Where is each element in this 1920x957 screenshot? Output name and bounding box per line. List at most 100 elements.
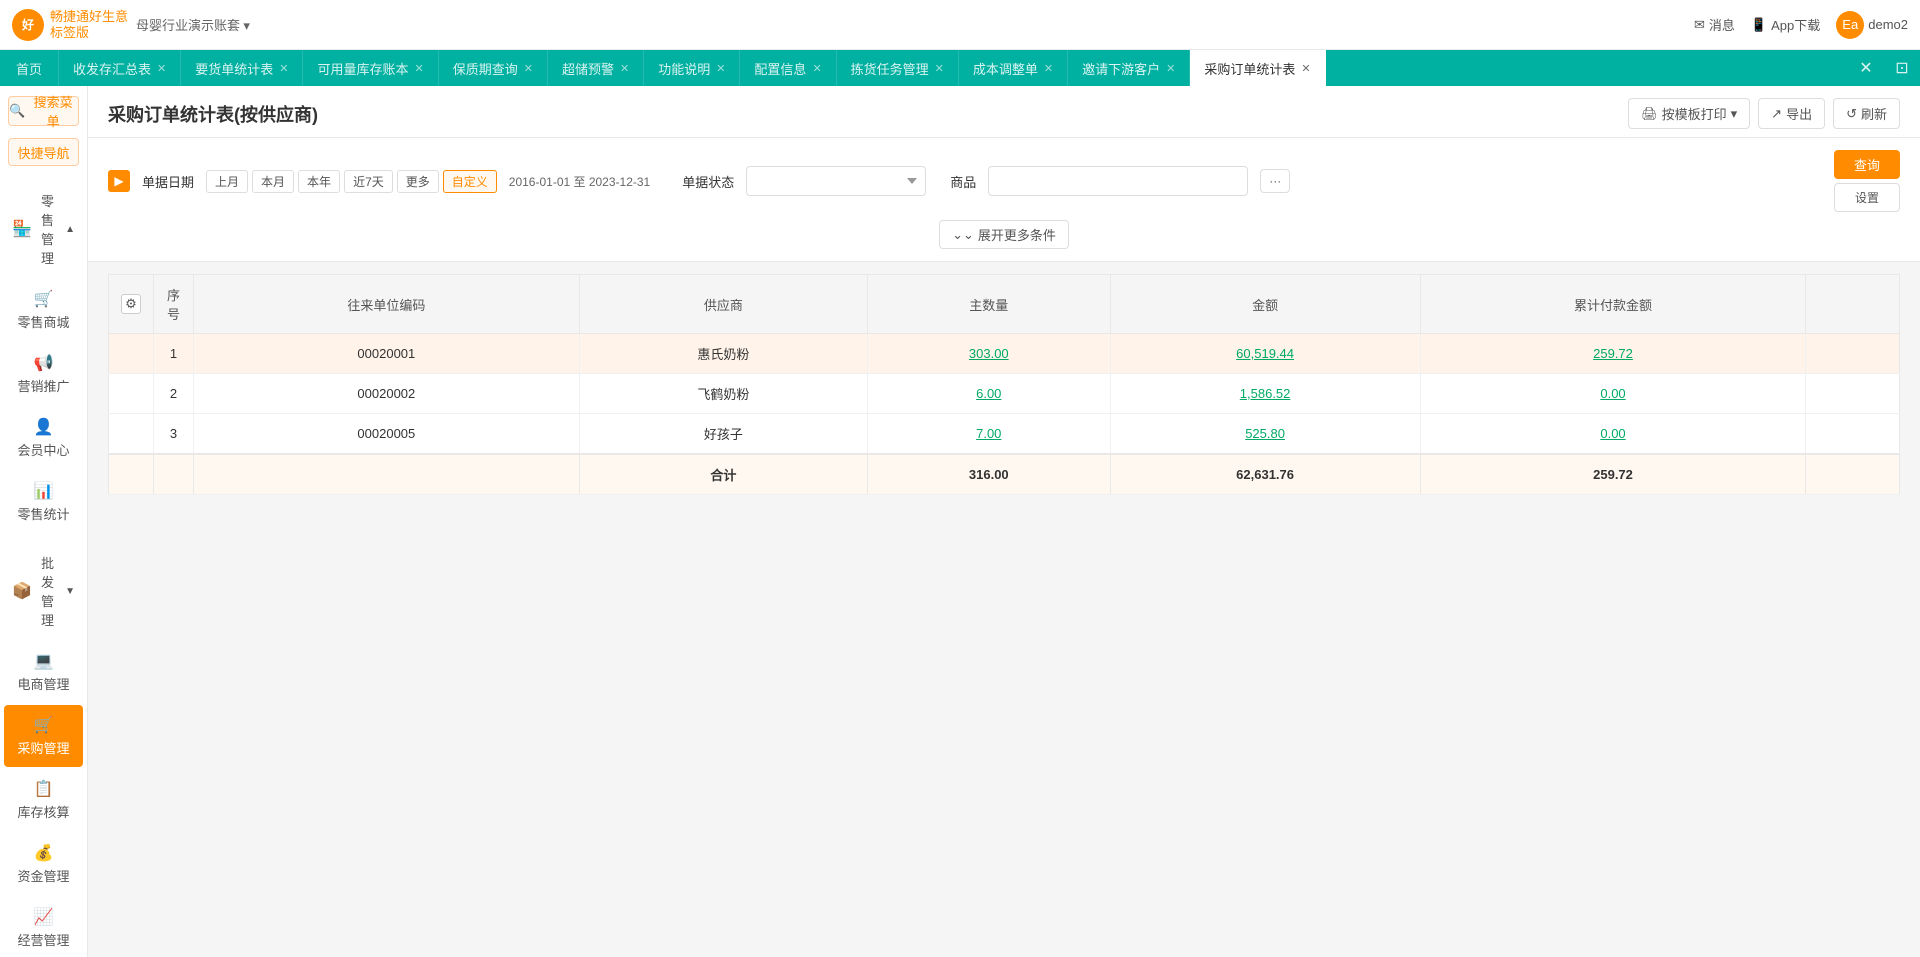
row-settings-cell: [109, 334, 154, 374]
footer-paid-amount: 259.72: [1420, 454, 1806, 495]
row-amount[interactable]: 525.80: [1110, 414, 1420, 455]
tab-function-desc[interactable]: 功能说明 ✕: [644, 50, 740, 86]
footer-amount: 62,631.76: [1110, 454, 1420, 495]
row-extra: [1806, 414, 1900, 455]
filter-settings-btn[interactable]: 设置: [1834, 183, 1900, 212]
sidebar-item-stock-check[interactable]: 📋 库存核算: [4, 769, 83, 831]
sidebar-item-wholesale-mgmt[interactable]: 📦 批发管理 ▼: [4, 543, 83, 639]
row-unit-code: 00020002: [194, 374, 580, 414]
table-settings-btn[interactable]: ⚙: [121, 294, 141, 314]
close-tab-config-info[interactable]: ✕: [812, 62, 821, 75]
row-paid-amount[interactable]: 0.00: [1420, 374, 1806, 414]
app-download-btn[interactable]: 📱 App下载: [1751, 15, 1820, 34]
tab-purchase-summary[interactable]: 采购订单统计表 ✕: [1190, 50, 1325, 86]
row-main-qty[interactable]: 7.00: [868, 414, 1110, 455]
date-this-month-btn[interactable]: 本月: [252, 170, 294, 193]
message-icon: ✉: [1694, 17, 1705, 33]
sidebar-item-ecommerce-mgmt[interactable]: 💻 电商管理: [4, 641, 83, 703]
row-supplier: 飞鹤奶粉: [579, 374, 867, 414]
expand-more-btn[interactable]: ⌄⌄ 展开更多条件: [939, 220, 1069, 249]
row-main-qty[interactable]: 6.00: [868, 374, 1110, 414]
close-tab-purchase-summary[interactable]: ✕: [1301, 62, 1310, 75]
date-more-btn[interactable]: 更多: [397, 170, 439, 193]
nav-close-btn[interactable]: ✕: [1848, 50, 1884, 86]
col-supplier: 供应商: [579, 275, 867, 334]
tab-overstock-warning[interactable]: 超储预警 ✕: [548, 50, 644, 86]
footer-extra-cell: [1806, 454, 1900, 495]
sidebar-item-retail-store[interactable]: 🛒 零售商城: [4, 279, 83, 341]
date-filter-label: 单据日期: [142, 172, 194, 191]
goods-filter-label: 商品: [950, 172, 976, 191]
row-amount[interactable]: 1,586.52: [1110, 374, 1420, 414]
row-supplier: 好孩子: [579, 414, 867, 455]
refresh-btn[interactable]: ↺ 刷新: [1833, 98, 1900, 129]
filter-area: ▶ 单据日期 上月 本月 本年 近7天 更多 自定义 2016-01-01 至 …: [88, 138, 1920, 262]
tab-cost-adjust[interactable]: 成本调整单 ✕: [959, 50, 1068, 86]
footer-settings-cell: [109, 454, 154, 495]
row-paid-amount[interactable]: 0.00: [1420, 414, 1806, 455]
sidebar-item-member-center[interactable]: 👤 会员中心: [4, 407, 83, 469]
close-tab-invite-downstream[interactable]: ✕: [1166, 62, 1175, 75]
page-title: 采购订单统计表(按供应商): [108, 101, 318, 127]
close-tab-function-desc[interactable]: ✕: [716, 62, 725, 75]
close-tab-receive-summary[interactable]: ✕: [157, 62, 166, 75]
date-this-year-btn[interactable]: 本年: [298, 170, 340, 193]
print-btn[interactable]: 🖨 按模板打印 ▾: [1628, 98, 1750, 129]
tab-pick-task[interactable]: 拣货任务管理 ✕: [837, 50, 959, 86]
row-amount[interactable]: 60,519.44: [1110, 334, 1420, 374]
export-btn[interactable]: ↗ 导出: [1758, 98, 1825, 129]
tab-receive-summary[interactable]: 收发存汇总表 ✕: [59, 50, 181, 86]
date-7days-btn[interactable]: 近7天: [344, 170, 393, 193]
tab-config-info[interactable]: 配置信息 ✕: [740, 50, 836, 86]
search-menu-btn[interactable]: 🔍 搜索菜单: [8, 96, 79, 126]
row-main-qty[interactable]: 303.00: [868, 334, 1110, 374]
col-num: 序号: [154, 275, 194, 334]
nav-restore-btn[interactable]: ⊡: [1884, 50, 1920, 86]
tab-invite-downstream[interactable]: 邀请下游客户 ✕: [1068, 50, 1190, 86]
search-btn[interactable]: 查询: [1834, 150, 1900, 179]
tab-expiry-query[interactable]: 保质期查询 ✕: [439, 50, 548, 86]
user-name[interactable]: demo2: [1868, 17, 1908, 32]
quick-nav-btn[interactable]: 快捷导航: [8, 138, 79, 166]
date-quick-btns: 上月 本月 本年 近7天 更多 自定义: [206, 170, 497, 193]
purchase-icon: 🛒: [34, 715, 54, 735]
tab-order-summary[interactable]: 要货单统计表 ✕: [181, 50, 303, 86]
goods-more-btn[interactable]: ···: [1260, 169, 1290, 193]
row-extra: [1806, 374, 1900, 414]
status-select[interactable]: [746, 166, 926, 196]
user-area[interactable]: Ea demo2: [1836, 11, 1908, 39]
tab-home[interactable]: 首页: [0, 50, 59, 86]
close-tab-order-summary[interactable]: ✕: [279, 62, 288, 75]
filter-more-row: ⌄⌄ 展开更多条件: [108, 220, 1900, 249]
sidebar-item-retail-mgmt[interactable]: 🏪 零售管理 ▲: [4, 181, 83, 277]
filter-toggle-btn[interactable]: ▶: [108, 170, 130, 192]
footer-supplier-cell: 合计: [579, 454, 867, 495]
close-tab-pick-task[interactable]: ✕: [935, 62, 944, 75]
close-tab-overstock-warning[interactable]: ✕: [620, 62, 629, 75]
tab-available-stock[interactable]: 可用量库存账本 ✕: [303, 50, 438, 86]
close-tab-expiry-query[interactable]: ✕: [524, 62, 533, 75]
chevron-down-icon: ▲: [65, 224, 75, 235]
user-avatar: Ea: [1836, 11, 1864, 39]
date-last-month-btn[interactable]: 上月: [206, 170, 248, 193]
message-btn[interactable]: ✉ 消息: [1694, 15, 1735, 34]
wholesale-icon: 📦: [12, 581, 32, 601]
filter-top-row: ▶ 单据日期 上月 本月 本年 近7天 更多 自定义 2016-01-01 至 …: [108, 150, 1900, 212]
sidebar-item-purchase-mgmt[interactable]: 🛒 采购管理: [4, 705, 83, 767]
row-paid-amount[interactable]: 259.72: [1420, 334, 1806, 374]
quick-nav-area: 快捷导航: [0, 132, 87, 172]
table-row: 2 00020002 飞鹤奶粉 6.00 1,586.52 0.00: [109, 374, 1900, 414]
nav-right-buttons: ✕ ⊡: [1848, 50, 1920, 86]
sidebar-item-retail-stats[interactable]: 📊 零售统计: [4, 471, 83, 533]
main-content: 采购订单统计表(按供应商) 🖨 按模板打印 ▾ ↗ 导出 ↺ 刷新: [88, 86, 1920, 957]
sidebar-item-marketing[interactable]: 📢 营销推广: [4, 343, 83, 405]
logo-area: 好 畅捷通好生意 标签版: [12, 9, 128, 41]
date-custom-badge[interactable]: 自定义: [443, 170, 497, 193]
sidebar-item-finance-mgmt[interactable]: 💰 资金管理: [4, 833, 83, 895]
table-footer-row: 合计 316.00 62,631.76 259.72: [109, 454, 1900, 495]
goods-input[interactable]: [988, 166, 1248, 196]
close-tab-available-stock[interactable]: ✕: [415, 62, 424, 75]
sidebar-item-ops-mgmt[interactable]: 📈 经营管理: [4, 897, 83, 957]
print-dropdown-icon: ▾: [1731, 106, 1738, 122]
close-tab-cost-adjust[interactable]: ✕: [1044, 62, 1053, 75]
